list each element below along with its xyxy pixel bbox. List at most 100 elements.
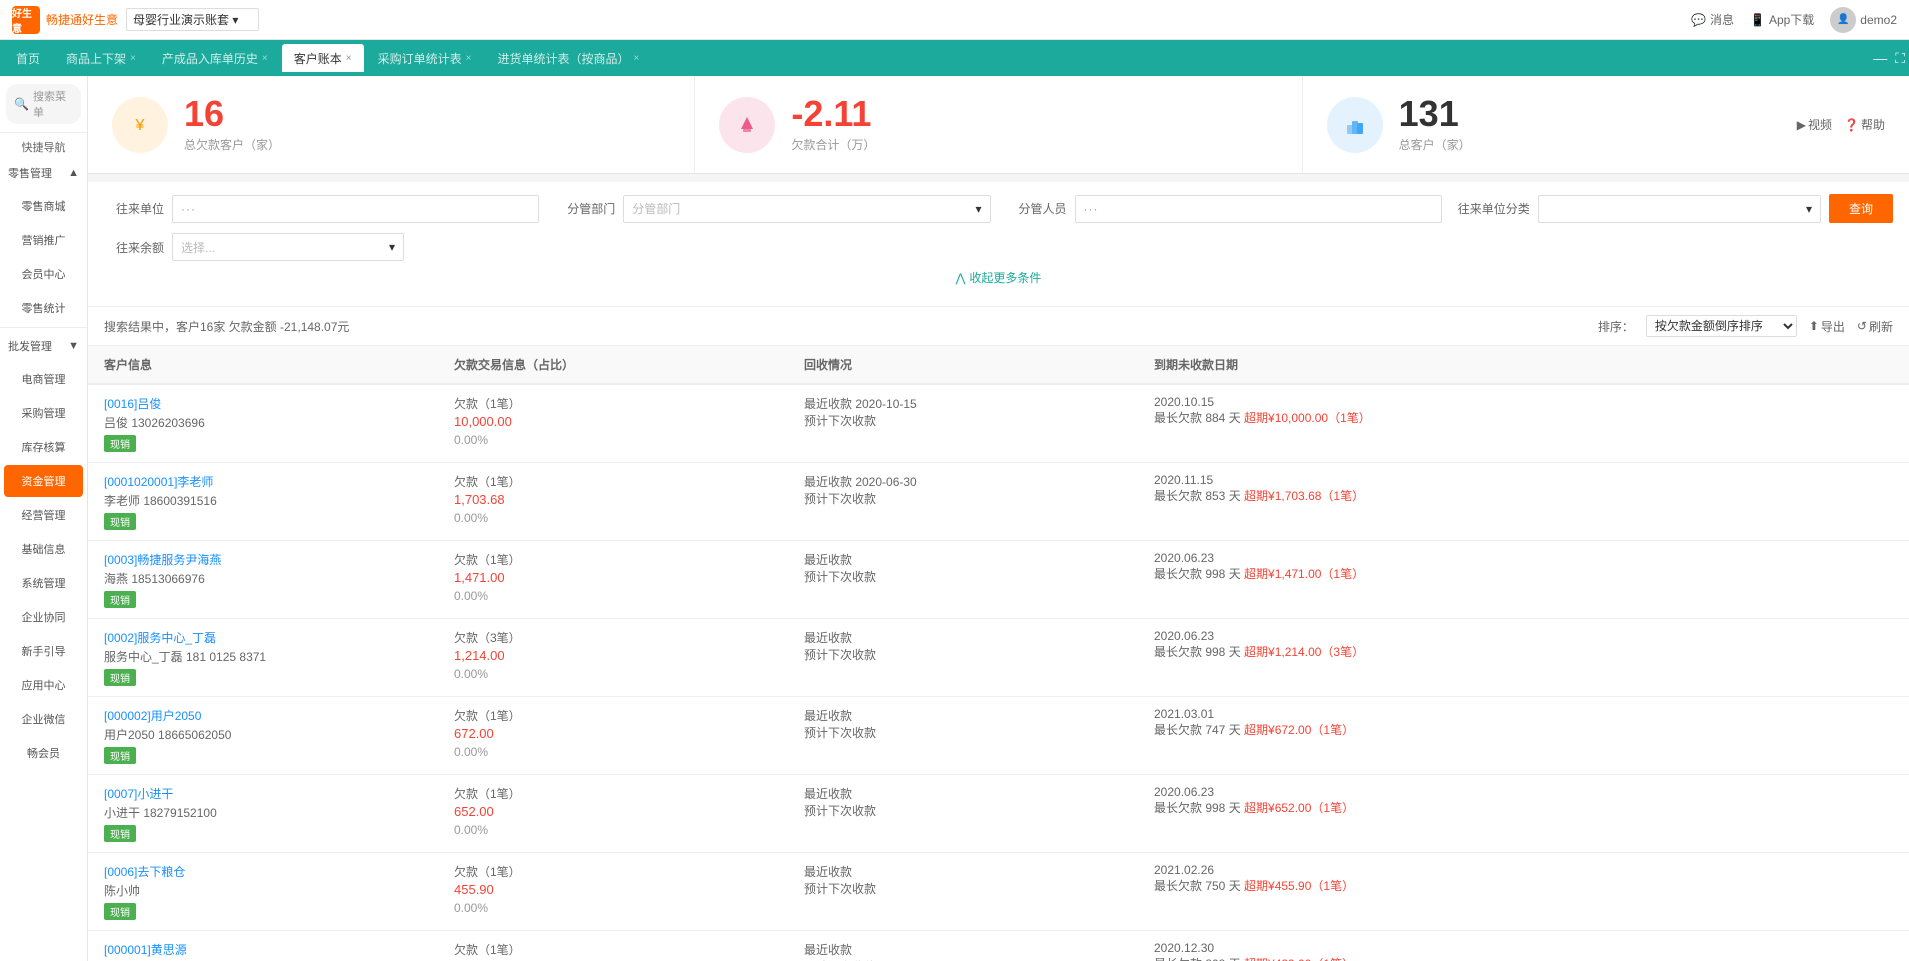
tab-purchase-stats[interactable]: 进货单统计表（按商品） ×	[485, 44, 651, 72]
overdue-amount-link[interactable]: 超期¥672.00（1笔）	[1244, 723, 1354, 737]
sidebar-item-finance[interactable]: 资金管理	[4, 465, 83, 497]
debt-pct: 0.00%	[454, 745, 804, 759]
debt-amount-link[interactable]: 1,471.00	[454, 570, 505, 585]
search-placeholder: 搜索菜单	[33, 88, 73, 120]
maximize-icon[interactable]: ⛶	[1895, 50, 1905, 67]
sidebar-item-retail-stats[interactable]: 零售统计	[4, 292, 83, 324]
tab-products[interactable]: 商品上下架 ×	[54, 44, 148, 72]
customer-name-link[interactable]: [0003]畅捷服务尹海燕	[104, 553, 221, 567]
chevron-icon: ▲	[68, 167, 79, 179]
tab-purchase-order[interactable]: 采购订单统计表 ×	[366, 44, 484, 72]
customer-badge: 现销	[104, 435, 136, 452]
filter-balance-select[interactable]: 选择... ▾	[172, 233, 404, 261]
customer-name-link[interactable]: [0016]吕俊	[104, 397, 161, 411]
next-payment: 预计下次收款	[804, 646, 1154, 663]
filter-dept-select[interactable]: 分管部门 ▾	[623, 195, 990, 223]
customer-name-link[interactable]: [0002]服务中心_丁磊	[104, 631, 216, 645]
filter-from-unit-input[interactable]: ···	[172, 195, 539, 223]
message-btn[interactable]: 💬 消息	[1691, 11, 1734, 28]
sidebar-search[interactable]: 🔍 搜索菜单	[0, 76, 87, 133]
help-link[interactable]: ❓ 帮助	[1844, 116, 1885, 133]
last-payment: 最近收款	[804, 785, 1154, 802]
tab-customer-account-label: 客户账本	[294, 50, 342, 67]
sidebar-quick-nav[interactable]: 快捷导航	[0, 133, 87, 157]
recovery-cell: 最近收款 预计下次收款	[804, 785, 1154, 819]
customer-name-link[interactable]: [000002]用户2050	[104, 709, 201, 723]
search-button[interactable]: 查询	[1829, 194, 1893, 223]
debt-amount-link[interactable]: 672.00	[454, 726, 494, 741]
sidebar-item-retail-mgmt[interactable]: 零售管理 ▲	[0, 157, 87, 189]
sidebar-item-vip[interactable]: 畅会员	[4, 737, 83, 769]
overdue-amount-link[interactable]: 超期¥1,471.00（1笔）	[1244, 567, 1364, 581]
tab-purchase-order-close[interactable]: ×	[466, 53, 472, 64]
sidebar-item-operations[interactable]: 经营管理	[4, 499, 83, 531]
table-row: [000002]用户2050 用户2050 18665062050 现销 欠款（…	[88, 697, 1909, 775]
debt-count: 欠款（1笔）	[454, 863, 804, 880]
sidebar-item-new-guide[interactable]: 新手引导	[4, 635, 83, 667]
sidebar-item-basic-info[interactable]: 基础信息	[4, 533, 83, 565]
debt-amount-link[interactable]: 1,703.68	[454, 492, 505, 507]
tab-purchase-stats-close[interactable]: ×	[633, 53, 639, 64]
customer-name-link[interactable]: [0007]小进干	[104, 787, 173, 801]
sidebar-item-batch-mgmt[interactable]: 批发管理 ▼	[0, 330, 87, 362]
customer-info-cell: [0003]畅捷服务尹海燕 海燕 18513066976 现销	[104, 551, 454, 608]
filter-unit-category-select[interactable]: ▾	[1538, 195, 1821, 223]
user-avatar-btn[interactable]: 👤 demo2	[1830, 7, 1897, 33]
overdue-amount-link[interactable]: 超期¥455.90（1笔）	[1244, 879, 1354, 893]
filter-dept: 分管部门 分管部门 ▾	[555, 195, 990, 223]
sidebar-item-member-center[interactable]: 会员中心	[4, 258, 83, 290]
sidebar-item-app-center[interactable]: 应用中心	[4, 669, 83, 701]
svg-text:¥: ¥	[135, 117, 145, 134]
due-date-cell: 2020.06.23 最长欠款 998 天 超期¥1,471.00（1笔）	[1154, 551, 1893, 582]
due-date-value: 2020.06.23	[1154, 551, 1893, 565]
collapse-filter-btn[interactable]: ⋀ 收起更多条件	[104, 261, 1893, 294]
sort-select[interactable]: 按欠款金额倒序排序 按欠款金额正序排序	[1646, 315, 1797, 337]
tab-production[interactable]: 产成品入库单历史 ×	[150, 44, 280, 72]
overdue-amount-link[interactable]: 超期¥1,214.00（3笔）	[1244, 645, 1364, 659]
tab-products-close[interactable]: ×	[130, 53, 136, 64]
table-row: [0016]吕俊 吕俊 13026203696 现销 欠款（1笔） 10,000…	[88, 385, 1909, 463]
tab-home[interactable]: 首页	[4, 44, 52, 72]
sidebar-item-enterprise[interactable]: 企业协同	[4, 601, 83, 633]
sidebar-item-purchase[interactable]: 采购管理	[4, 397, 83, 429]
debt-amount-link[interactable]: 1,214.00	[454, 648, 505, 663]
company-selector[interactable]: 母婴行业演示账套 ▾	[126, 8, 259, 31]
customer-name-link[interactable]: [0001020001]李老师	[104, 475, 213, 489]
export-btn[interactable]: ⬆ 导出	[1809, 318, 1845, 335]
tab-customer-account-close[interactable]: ×	[346, 53, 352, 64]
debt-info-cell: 欠款（1笔） 652.00 0.00%	[454, 785, 804, 837]
customer-name-link[interactable]: [000001]黄思源	[104, 943, 187, 957]
sidebar-item-inventory[interactable]: 库存核算	[4, 431, 83, 463]
overdue-amount-link[interactable]: 超期¥429.00（1笔）	[1244, 957, 1354, 961]
stat-debt-customers-label: 总欠款客户（家）	[184, 136, 280, 153]
overdue-amount-link[interactable]: 超期¥652.00（1笔）	[1244, 801, 1354, 815]
tab-products-label: 商品上下架	[66, 50, 126, 67]
search-box[interactable]: 🔍 搜索菜单	[6, 84, 81, 124]
debt-info-cell: 欠款（1笔） 1,703.68 0.00%	[454, 473, 804, 525]
debt-count: 欠款（1笔）	[454, 473, 804, 490]
table-header: 客户信息 欠款交易信息（占比） 回收情况 到期未收款日期	[88, 346, 1909, 385]
tab-purchase-stats-label: 进货单统计表（按商品）	[497, 50, 629, 67]
debt-amount-link[interactable]: 652.00	[454, 804, 494, 819]
sidebar-item-marketing[interactable]: 营销推广	[4, 224, 83, 256]
overdue-amount-link[interactable]: 超期¥10,000.00（1笔）	[1244, 411, 1371, 425]
video-link[interactable]: ▶ 视频	[1797, 116, 1832, 133]
debt-amount-link[interactable]: 455.90	[454, 882, 494, 897]
overdue-amount-link[interactable]: 超期¥1,703.68（1笔）	[1244, 489, 1364, 503]
next-payment: 预计下次收款	[804, 490, 1154, 507]
tab-production-close[interactable]: ×	[262, 53, 268, 64]
tab-customer-account[interactable]: 客户账本 ×	[282, 44, 364, 72]
sidebar-item-ecommerce[interactable]: 电商管理	[4, 363, 83, 395]
minimize-icon[interactable]: —	[1873, 50, 1887, 67]
stat-debt-amount-label: 欠款合计（万）	[791, 136, 875, 153]
app-download-btn[interactable]: 📱 App下载	[1750, 11, 1814, 28]
customer-name-link[interactable]: [0006]去下粮仓	[104, 865, 185, 879]
sidebar-item-system[interactable]: 系统管理	[4, 567, 83, 599]
sidebar-item-retail-shop[interactable]: 零售商城	[4, 190, 83, 222]
chevron-down-icon-dept: ▾	[975, 202, 981, 216]
sidebar-item-wechat[interactable]: 企业微信	[4, 703, 83, 735]
debt-amount-link[interactable]: 10,000.00	[454, 414, 512, 429]
debt-pct: 0.00%	[454, 901, 804, 915]
refresh-btn[interactable]: ↺ 刷新	[1857, 318, 1893, 335]
filter-person-input[interactable]: ···	[1075, 195, 1442, 223]
